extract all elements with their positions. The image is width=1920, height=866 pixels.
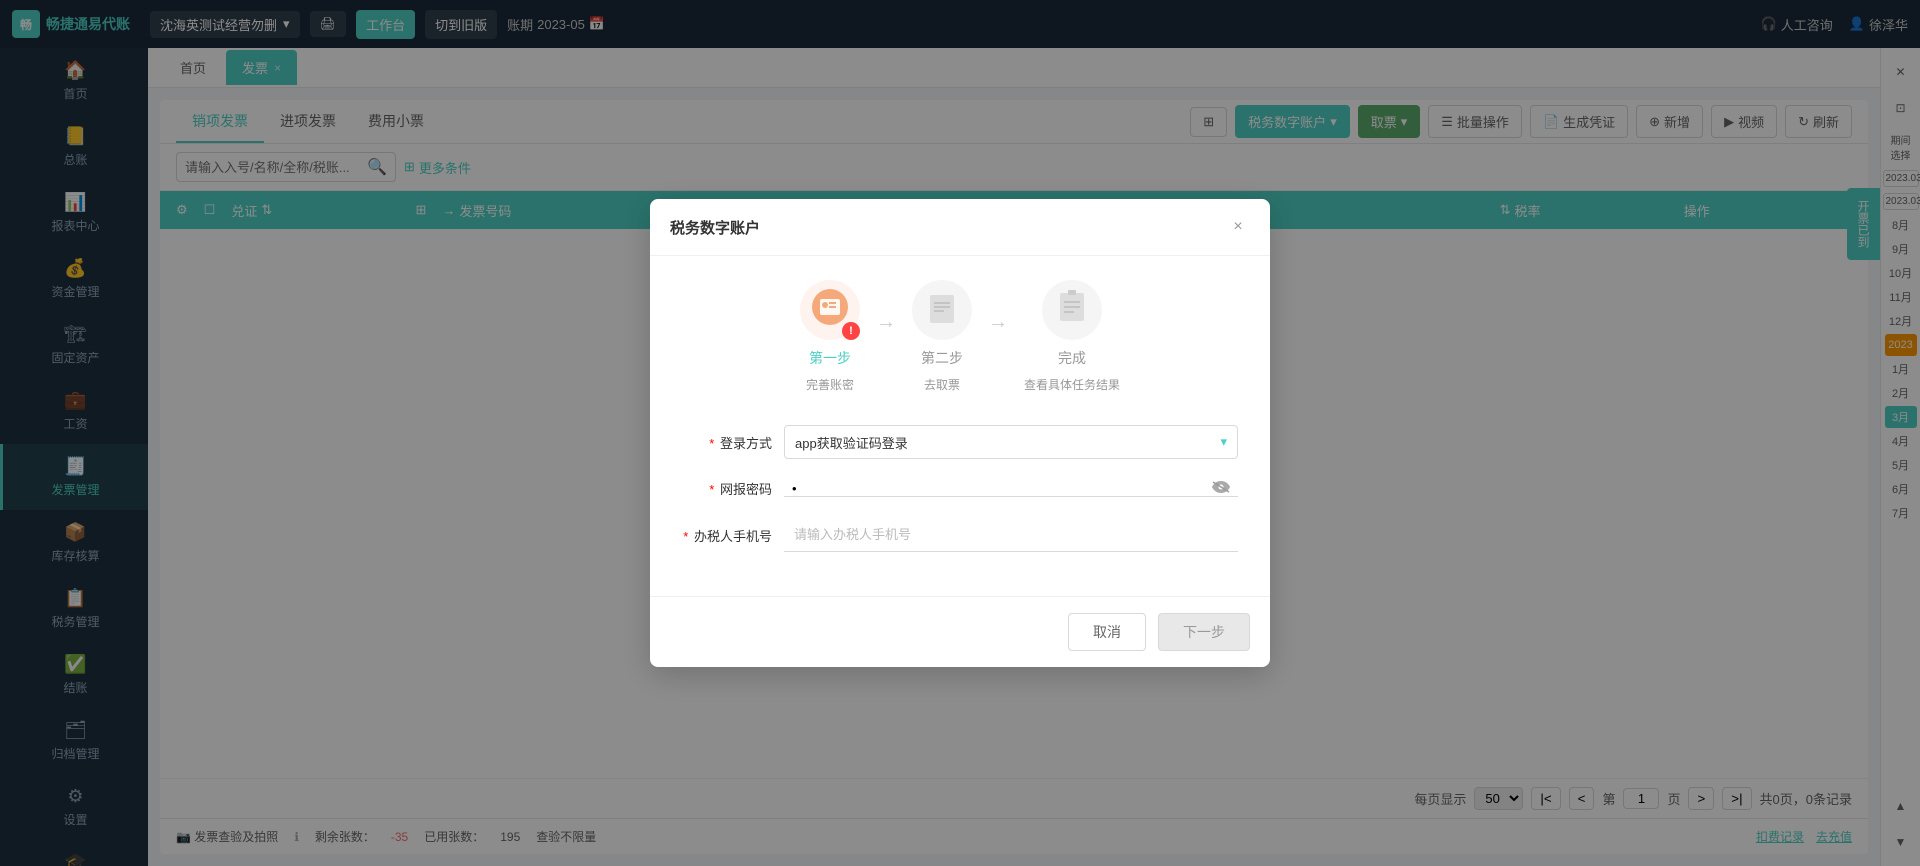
eye-icon[interactable] (1212, 480, 1230, 496)
login-method-label: * 登录方式 (682, 433, 772, 452)
step-arrow-1: → (876, 311, 896, 334)
step-3-desc: 查看具体任务结果 (1024, 376, 1120, 393)
step-arrow-2: → (988, 311, 1008, 334)
modal-header: 税务数字账户 × (650, 199, 1270, 256)
modal-footer: 取消 下一步 (650, 596, 1270, 667)
net-password-label: * 网报密码 (682, 479, 772, 498)
tax-digital-modal: 税务数字账户 × (650, 199, 1270, 667)
modal-close-btn[interactable]: × (1226, 215, 1250, 239)
step-1-icon-container: ! (800, 280, 860, 340)
required-star-2: * (709, 482, 714, 497)
step-2-icon (924, 289, 960, 332)
step-2-desc: 去取票 (924, 376, 960, 393)
step-2-label: 第二步 (921, 348, 963, 368)
form-row-net-password: * 网报密码 (682, 479, 1238, 498)
step-3: 完成 查看具体任务结果 (1024, 280, 1120, 393)
cancel-button[interactable]: 取消 (1068, 613, 1146, 651)
taxpayer-phone-label: * 办税人手机号 (682, 526, 772, 545)
modal-body: ! 第一步 完善账密 → (650, 256, 1270, 596)
select-dropdown-icon: ▾ (1220, 434, 1227, 450)
net-password-wrapper (784, 480, 1238, 497)
login-method-select[interactable]: app获取验证码登录 ▾ (784, 425, 1238, 459)
net-password-input[interactable] (792, 481, 1212, 496)
form-row-login-method: * 登录方式 app获取验证码登录 ▾ (682, 425, 1238, 459)
step-2: 第二步 去取票 (912, 280, 972, 393)
modal-overlay: 税务数字账户 × (0, 0, 1920, 866)
step-3-label: 完成 (1058, 348, 1086, 368)
step-3-icon-container (1042, 280, 1102, 340)
steps-container: ! 第一步 完善账密 → (682, 280, 1238, 393)
step-3-icon (1054, 289, 1090, 332)
form-row-taxpayer-phone: * 办税人手机号 (682, 518, 1238, 552)
next-button[interactable]: 下一步 (1158, 613, 1250, 651)
modal-title: 税务数字账户 (670, 217, 760, 238)
step-1: ! 第一步 完善账密 (800, 280, 860, 393)
step-1-badge: ! (842, 322, 860, 340)
required-star-3: * (683, 529, 688, 544)
step-1-desc: 完善账密 (806, 376, 854, 393)
required-star-1: * (709, 436, 714, 451)
step-2-icon-container (912, 280, 972, 340)
login-method-value: app获取验证码登录 (795, 433, 908, 452)
taxpayer-phone-input[interactable] (784, 518, 1238, 552)
step-1-label: 第一步 (809, 348, 851, 368)
